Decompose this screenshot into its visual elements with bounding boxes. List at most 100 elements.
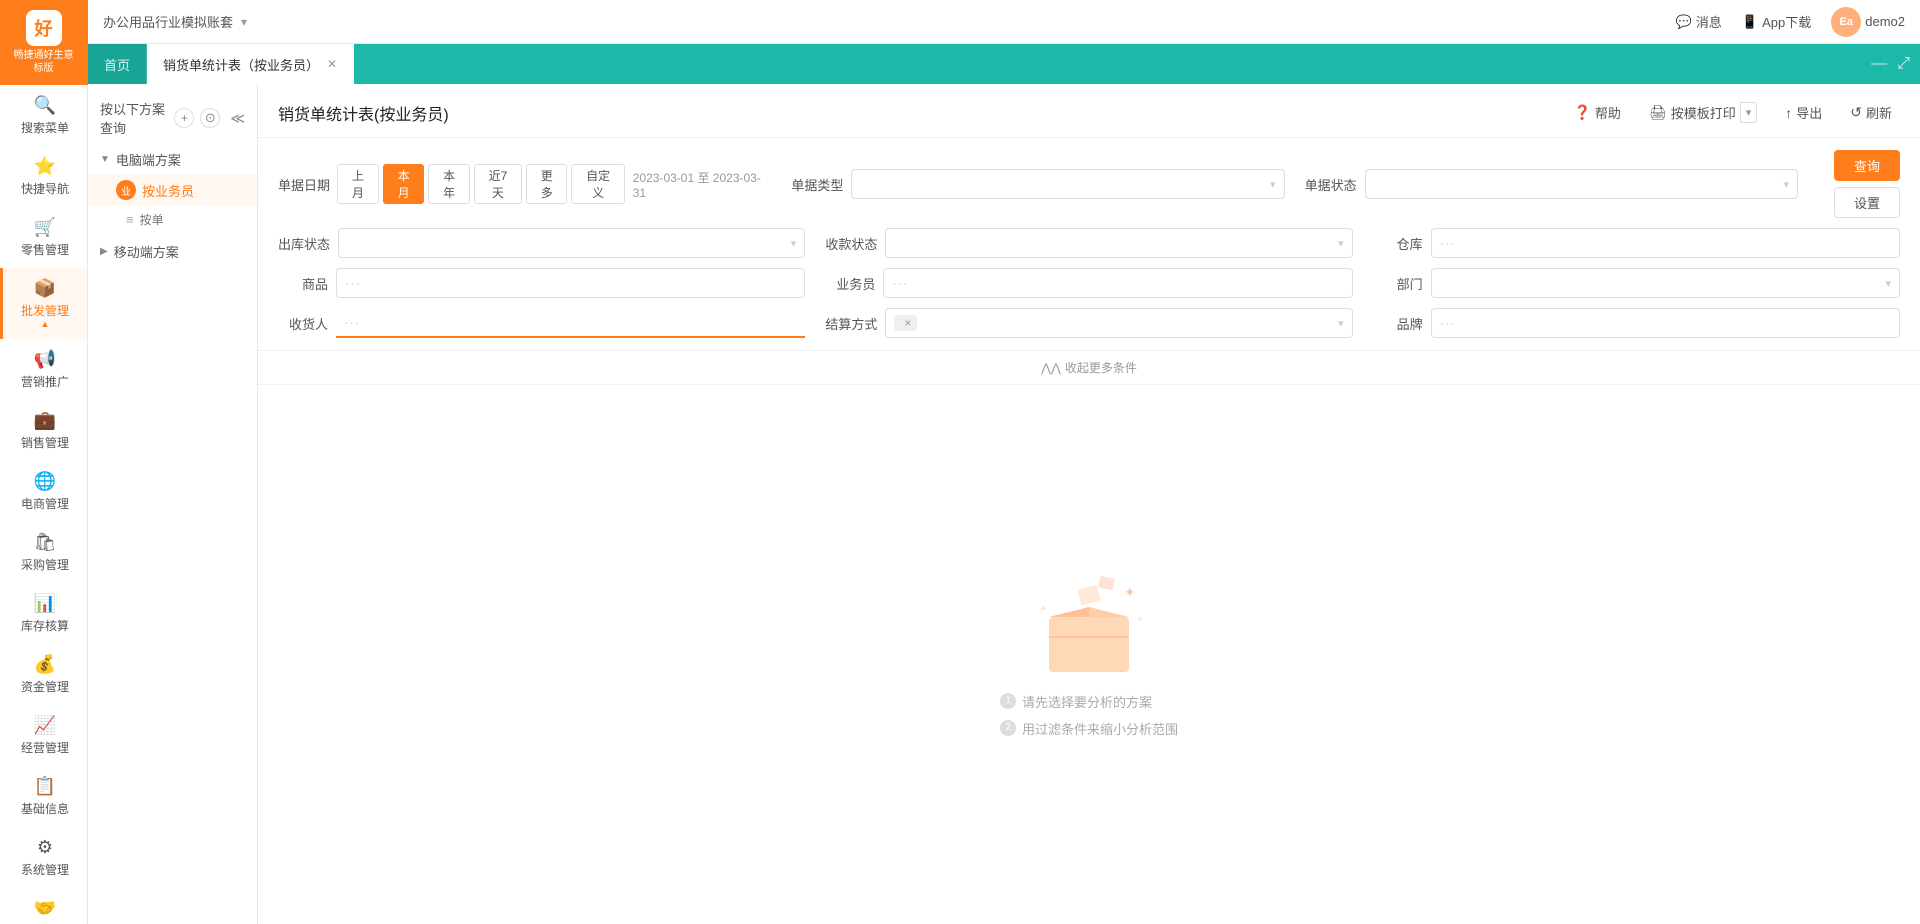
query-area: 单据日期 上月 本月 本年 近7天 更多 自定义 2023-03-01 至 20…: [258, 138, 1920, 351]
sidebar-item-inventory[interactable]: 📊 库存核算: [0, 583, 87, 644]
brand-input[interactable]: ···: [1431, 308, 1900, 338]
consignee-more-icon: ···: [344, 315, 360, 330]
app-download-label: App下载: [1762, 12, 1811, 31]
corp-coop-icon: 🤝: [34, 898, 56, 919]
scheme-edit-btn[interactable]: ⊙: [200, 108, 220, 128]
goods-more-icon: ···: [345, 276, 361, 291]
settlement-input[interactable]: × ▾: [885, 308, 1352, 338]
edit-icon: ⊙: [205, 110, 216, 126]
export-btn[interactable]: ↑ 导出: [1777, 99, 1830, 126]
app-logo[interactable]: 好 畅捷通好生意 标版: [0, 0, 88, 85]
sidebar-item-purchase[interactable]: 🛍 采购管理: [0, 522, 87, 583]
minimize-btn[interactable]: —: [1871, 55, 1887, 73]
goods-input[interactable]: ···: [336, 268, 805, 298]
print-icon: 🖨: [1649, 104, 1667, 121]
topbar-left: 办公用品行业模拟账套 ▾: [103, 12, 247, 31]
empty-tip-2: 2 用过滤条件来缩小分析范围: [1000, 719, 1178, 738]
sidebar-item-corp-coop[interactable]: 🤝 企业协同: [0, 888, 87, 924]
sidebar-item-basic-info[interactable]: 📋 基础信息: [0, 766, 87, 827]
query-buttons: 查询 设置: [1834, 150, 1900, 218]
brand-more-icon: ···: [1440, 316, 1456, 331]
tab-home-label: 首页: [104, 55, 130, 74]
sidebar-item-finance[interactable]: 💰 资金管理: [0, 644, 87, 705]
scheme-add-btn[interactable]: +: [174, 108, 194, 128]
sidebar-item-label: 零售管理: [21, 241, 69, 258]
refresh-btn[interactable]: ↺ 刷新: [1842, 99, 1900, 126]
tab-home[interactable]: 首页: [88, 44, 147, 84]
out-status-input[interactable]: ▾: [338, 228, 805, 258]
help-label: 帮助: [1595, 103, 1621, 122]
date-btn-this-year[interactable]: 本年: [428, 164, 470, 204]
scheme-group-desktop-header[interactable]: ▼ 电脑端方案: [88, 145, 257, 174]
ecommerce-icon: 🌐: [34, 471, 56, 492]
sidebar-item-operations[interactable]: 📈 经营管理: [0, 705, 87, 766]
tip-2-num: 2: [1000, 720, 1016, 736]
content-area: 按以下方案查询 + ⊙ ≪ ▼ 电脑端方案 业: [88, 84, 1920, 924]
message-label: 消息: [1696, 12, 1722, 31]
tab-close-btn[interactable]: ✕: [327, 57, 337, 71]
collapse-bar[interactable]: ⋀⋀ 收起更多条件: [258, 351, 1920, 385]
star-icon: ⭐: [34, 156, 56, 177]
goods-label: 商品: [278, 274, 328, 293]
warehouse-input[interactable]: ···: [1431, 228, 1900, 258]
date-btn-this-month[interactable]: 本月: [383, 164, 425, 204]
settlement-arrow-icon: ▾: [1338, 317, 1344, 330]
scheme-collapse-btn[interactable]: ≪: [230, 110, 245, 127]
maximize-btn[interactable]: ⤢: [1897, 55, 1910, 73]
operations-icon: 📈: [34, 715, 56, 736]
sidebar: 好 畅捷通好生意 标版 🔍 搜索菜单 ⭐ 快捷导航 🛒 零售管理 📦 批发管理 …: [0, 0, 88, 924]
date-btn-last-7-days[interactable]: 近7天: [474, 164, 522, 204]
page-header: 销货单统计表(按业务员) ❓ 帮助 🖨 按模板打印 ▾ ↑ 导出: [258, 84, 1920, 138]
sidebar-item-label: 基础信息: [21, 800, 69, 817]
main-panel: 销货单统计表(按业务员) ❓ 帮助 🖨 按模板打印 ▾ ↑ 导出: [258, 84, 1920, 924]
doc-status-input[interactable]: ▾: [1365, 169, 1798, 199]
sidebar-item-quick-nav[interactable]: ⭐ 快捷导航: [0, 146, 87, 207]
dept-label: 部门: [1373, 274, 1423, 293]
scheme-panel-title: 按以下方案查询: [100, 99, 174, 137]
breadcrumb-dropdown-arrow[interactable]: ▾: [241, 15, 247, 29]
sidebar-item-retail[interactable]: 🛒 零售管理: [0, 207, 87, 268]
empty-svg: ✦ ✦ ✦: [1029, 572, 1159, 682]
sidebar-item-system[interactable]: ⚙ 系统管理: [0, 827, 87, 888]
scheme-sub-child-by-order[interactable]: ≡ 按单: [88, 206, 257, 233]
tab-sales-stat[interactable]: 销货单统计表（按业务员） ✕: [147, 44, 354, 84]
help-btn[interactable]: ❓ 帮助: [1565, 99, 1628, 126]
empty-illustration: ✦ ✦ ✦: [1029, 572, 1149, 672]
app-download-btn[interactable]: 📱 App下载: [1742, 12, 1811, 31]
search-icon: 🔍: [34, 95, 56, 116]
date-btn-last-month[interactable]: 上月: [337, 164, 379, 204]
settings-btn[interactable]: 设置: [1834, 187, 1900, 218]
sidebar-item-label: 批发管理: [21, 302, 69, 319]
scheme-group-label: 电脑端方案: [116, 150, 181, 169]
salesperson-more-icon: ···: [892, 276, 908, 291]
page-actions: ❓ 帮助 🖨 按模板打印 ▾ ↑ 导出 ↺ 刷新: [1565, 98, 1900, 127]
date-field: 单据日期 上月 本月 本年 近7天 更多 自定义 2023-03-01 至 20…: [278, 164, 771, 204]
query-btn[interactable]: 查询: [1834, 150, 1900, 181]
date-filter-bar: 上月 本月 本年 近7天 更多 自定义 2023-03-01 至 2023-03…: [337, 164, 771, 204]
consignee-input[interactable]: ···: [336, 308, 805, 338]
sidebar-item-marketing[interactable]: 📢 营销推广: [0, 339, 87, 400]
sidebar-item-sales[interactable]: 💼 销售管理: [0, 400, 87, 461]
doc-type-arrow-icon: ▾: [1270, 178, 1276, 191]
print-dropdown-arrow[interactable]: ▾: [1740, 102, 1758, 123]
tip-1-text: 请先选择要分析的方案: [1022, 692, 1152, 711]
doc-type-input[interactable]: ▾: [851, 169, 1284, 199]
user-profile[interactable]: Ea demo2: [1831, 7, 1905, 37]
scheme-group-mobile-label: 移动端方案: [114, 242, 179, 261]
empty-state: ✦ ✦ ✦ 1 请先选择要分析的方案 2 用过滤条件来: [258, 385, 1920, 924]
settlement-tag-close[interactable]: ×: [904, 316, 911, 330]
recv-status-input[interactable]: ▾: [885, 228, 1352, 258]
print-btn[interactable]: 🖨 按模板打印 ▾: [1641, 98, 1765, 127]
salesperson-input[interactable]: ···: [883, 268, 1352, 298]
sidebar-item-wholesale[interactable]: 📦 批发管理 ▲: [0, 268, 87, 339]
date-btn-custom[interactable]: 自定义: [571, 164, 624, 204]
scheme-child-by-salesperson[interactable]: 业 按业务员: [88, 174, 257, 206]
date-label: 单据日期: [278, 175, 329, 194]
message-btn[interactable]: 💬 消息: [1676, 12, 1722, 31]
dept-input[interactable]: ▾: [1431, 268, 1900, 298]
scheme-group-mobile-header[interactable]: ▶ 移动端方案: [88, 237, 257, 266]
retail-icon: 🛒: [34, 217, 56, 238]
date-btn-more[interactable]: 更多: [526, 164, 568, 204]
sidebar-item-ecommerce[interactable]: 🌐 电商管理: [0, 461, 87, 522]
sidebar-item-search[interactable]: 🔍 搜索菜单: [0, 85, 87, 146]
